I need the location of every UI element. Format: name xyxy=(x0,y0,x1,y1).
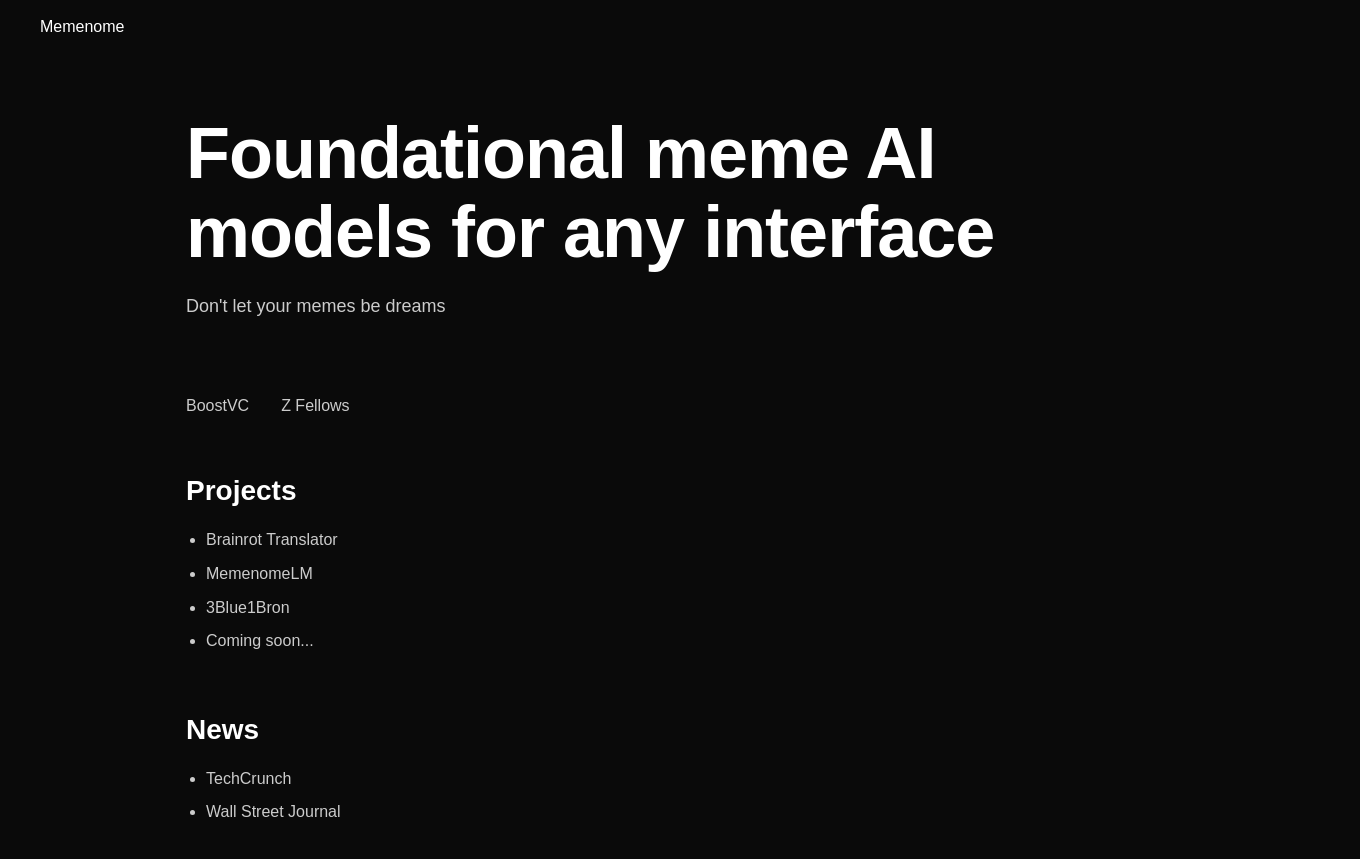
projects-section: Projects Brainrot Translator MemenomeLM … xyxy=(186,475,1174,653)
hero-subheading: Don't let your memes be dreams xyxy=(186,296,1174,317)
list-item: 3Blue1Bron xyxy=(206,595,1174,621)
backer-boostvc: BoostVC xyxy=(186,397,249,415)
hero-section: Foundational meme AI models for any inte… xyxy=(186,114,1174,317)
list-item: Wall Street Journal xyxy=(206,799,1174,825)
list-item: TechCrunch xyxy=(206,766,1174,792)
list-item: MemenomeLM xyxy=(206,561,1174,587)
news-heading: News xyxy=(186,714,1174,746)
backers-section: BoostVC Z Fellows xyxy=(186,377,1174,415)
projects-list: Brainrot Translator MemenomeLM 3Blue1Bro… xyxy=(186,527,1174,653)
main-content: Foundational meme AI models for any inte… xyxy=(0,54,1360,859)
list-item: Coming soon... xyxy=(206,628,1174,654)
backer-z-fellows: Z Fellows xyxy=(281,397,349,415)
news-section: News TechCrunch Wall Street Journal xyxy=(186,714,1174,825)
site-header: Memenome xyxy=(0,0,1360,54)
list-item: Brainrot Translator xyxy=(206,527,1174,553)
hero-heading: Foundational meme AI models for any inte… xyxy=(186,114,1174,272)
projects-heading: Projects xyxy=(186,475,1174,507)
site-title: Memenome xyxy=(40,18,124,35)
news-list: TechCrunch Wall Street Journal xyxy=(186,766,1174,825)
